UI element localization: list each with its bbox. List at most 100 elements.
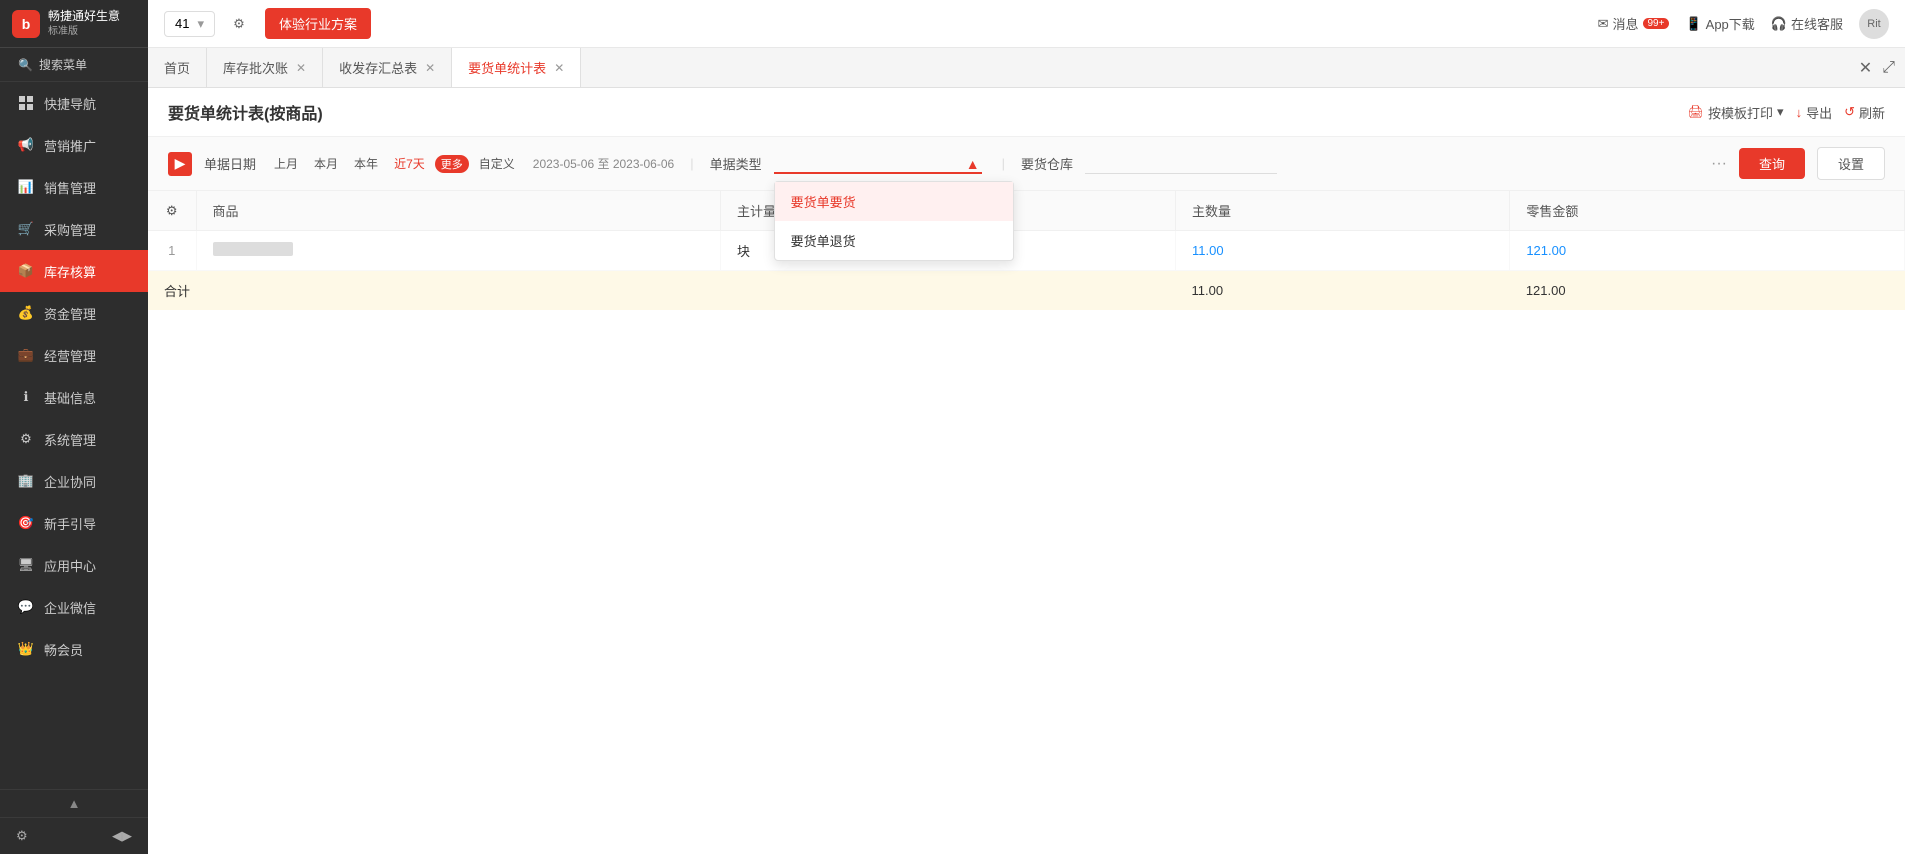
- tab-collect-summary[interactable]: 收发存汇总表 ✕: [323, 48, 452, 87]
- type-select[interactable]: [774, 153, 982, 174]
- tab-batch-account-close[interactable]: ✕: [296, 61, 306, 75]
- topbar-right: ✉ 消息 99+ 📱 App下载 🎧 在线客服 Rit: [1598, 9, 1889, 39]
- data-table: ⚙ 商品 主计量单位 主数量 零售金额: [148, 191, 1905, 310]
- sidebar-item-purchase[interactable]: 🛒 采购管理: [0, 208, 148, 250]
- topbar-gear-btn[interactable]: ⚙: [225, 10, 253, 38]
- table-col-amount: 零售金额: [1510, 191, 1905, 231]
- sidebar-item-system[interactable]: ⚙ 系统管理: [0, 418, 148, 460]
- divider-1: |: [690, 156, 693, 171]
- warehouse-label: 要货仓库: [1021, 154, 1073, 173]
- tab-batch-account[interactable]: 库存批次账 ✕: [207, 48, 323, 87]
- amount-link[interactable]: 121.00: [1526, 243, 1566, 258]
- refresh-btn[interactable]: ↺ 刷新: [1844, 103, 1885, 122]
- date-more-badge[interactable]: 更多: [435, 155, 469, 173]
- sidebar-item-member[interactable]: 👑 畅会员: [0, 628, 148, 670]
- phone-icon: 📱: [1685, 16, 1701, 32]
- gear-bottom-icon[interactable]: ⚙: [16, 828, 28, 844]
- collapse-icon[interactable]: ◀▶: [112, 828, 132, 844]
- sidebar-item-marketing[interactable]: 📢 营销推广: [0, 124, 148, 166]
- briefcase-icon: 💼: [16, 345, 36, 365]
- message-icon: ✉: [1598, 16, 1609, 32]
- query-btn[interactable]: 查询: [1739, 148, 1805, 179]
- sidebar-bottom: ⚙ ◀▶: [0, 817, 148, 854]
- tab-close-all-btn[interactable]: ✕: [1859, 58, 1872, 78]
- row-goods: [196, 231, 721, 271]
- filter-expand-btn[interactable]: ▶: [168, 152, 192, 176]
- sidebar-scroll-up[interactable]: ▲: [0, 789, 148, 817]
- table-total-row: 合计 11.00 121.00: [148, 271, 1905, 311]
- row-no: 1: [148, 231, 196, 271]
- messages-btn[interactable]: ✉ 消息 99+: [1598, 14, 1670, 33]
- table-col-settings[interactable]: ⚙: [148, 191, 196, 231]
- sidebar-search[interactable]: 🔍 搜索菜单: [0, 48, 148, 82]
- date-custom-btn[interactable]: 自定义: [473, 153, 521, 174]
- col-settings-icon: ⚙: [166, 203, 178, 218]
- filter-row: ▶ 单据日期 上月 本月 本年 近7天 更多 自定义 2023-05-06 至 …: [148, 137, 1905, 191]
- info-icon: ℹ: [16, 387, 36, 407]
- sidebar-item-wechat[interactable]: 💬 企业微信: [0, 586, 148, 628]
- table-header: ⚙ 商品 主计量单位 主数量 零售金额: [148, 191, 1905, 231]
- sidebar-item-basic-info[interactable]: ℹ 基础信息: [0, 376, 148, 418]
- tab-order-stats-close[interactable]: ✕: [554, 61, 564, 75]
- tab-expand-btn[interactable]: ⤢: [1882, 59, 1895, 77]
- settings-icon: ⚙: [16, 429, 36, 449]
- logo-icon: b: [12, 10, 40, 38]
- main-area: 41 ▾ ⚙ 体验行业方案 ✉ 消息 99+ 📱 App下载 🎧 在线客服 Ri…: [148, 0, 1905, 854]
- guide-icon: 🎯: [16, 513, 36, 533]
- date-group: 上月 本月 本年 近7天 更多 自定义: [268, 153, 521, 174]
- sidebar-menu: 快捷导航 📢 营销推广 📊 销售管理 🛒 采购管理 📦 库存核算 💰 资金管理 …: [0, 82, 148, 789]
- sidebar-item-enterprise[interactable]: 🏢 企业协同: [0, 460, 148, 502]
- print-icon: 🖨: [1688, 104, 1705, 120]
- user-avatar[interactable]: Rit: [1859, 9, 1889, 39]
- table-wrap: ⚙ 商品 主计量单位 主数量 零售金额: [148, 191, 1905, 310]
- selector-arrow-icon: ▾: [197, 16, 204, 32]
- export-btn[interactable]: ↓ 导出: [1796, 103, 1833, 122]
- apps-icon: 🖥: [16, 555, 36, 575]
- date-current-month-btn[interactable]: 本月: [308, 153, 344, 174]
- warehouse-input[interactable]: [1085, 154, 1277, 174]
- sidebar-item-quick-nav[interactable]: 快捷导航: [0, 82, 148, 124]
- goods-blurred: [213, 242, 293, 256]
- tab-collect-summary-close[interactable]: ✕: [425, 61, 435, 75]
- box-icon: 📦: [16, 261, 36, 281]
- member-icon: 👑: [16, 639, 36, 659]
- search-icon: 🔍: [18, 58, 33, 72]
- table-footer: 合计 11.00 121.00: [148, 271, 1905, 311]
- table-col-goods: 商品: [196, 191, 721, 231]
- sidebar-item-finance[interactable]: 💰 资金管理: [0, 292, 148, 334]
- support-btn[interactable]: 🎧 在线客服: [1771, 14, 1843, 33]
- sidebar-item-app-center[interactable]: 🖥 应用中心: [0, 544, 148, 586]
- date-range-display: 2023-05-06 至 2023-06-06: [533, 155, 674, 172]
- chart-icon: 📊: [16, 177, 36, 197]
- megaphone-icon: 📢: [16, 135, 36, 155]
- date-7days-btn[interactable]: 近7天: [388, 153, 431, 174]
- trial-btn[interactable]: 体验行业方案: [265, 8, 371, 39]
- app-download-btn[interactable]: 📱 App下载: [1685, 14, 1754, 33]
- row-qty: 11.00: [1176, 231, 1510, 271]
- dropdown-option-order-req[interactable]: 要货单要货: [775, 182, 1013, 221]
- export-icon: ↓: [1796, 105, 1803, 120]
- sidebar-item-operations[interactable]: 💼 经营管理: [0, 334, 148, 376]
- footer-amount: 121.00: [1510, 271, 1905, 311]
- sidebar-item-sales[interactable]: 📊 销售管理: [0, 166, 148, 208]
- sidebar-item-inventory[interactable]: 📦 库存核算: [0, 250, 148, 292]
- store-selector[interactable]: 41 ▾: [164, 11, 215, 37]
- date-year-btn[interactable]: 本年: [348, 153, 384, 174]
- settings-btn[interactable]: 设置: [1817, 147, 1885, 180]
- divider-2: |: [1002, 156, 1005, 171]
- print-btn[interactable]: 🖨 按模板打印 ▾: [1688, 103, 1784, 122]
- tabbar-actions: ✕ ⤢: [1849, 58, 1905, 78]
- cart-icon: 🛒: [16, 219, 36, 239]
- print-arrow-icon: ▾: [1777, 104, 1784, 120]
- tabbar: 首页 库存批次账 ✕ 收发存汇总表 ✕ 要货单统计表 ✕ ✕ ⤢: [148, 48, 1905, 88]
- headset-icon: 🎧: [1771, 16, 1787, 32]
- row-amount: 121.00: [1510, 231, 1905, 271]
- date-prev-month-btn[interactable]: 上月: [268, 153, 304, 174]
- tab-home[interactable]: 首页: [148, 48, 207, 87]
- dropdown-option-order-return[interactable]: 要货单退货: [775, 221, 1013, 260]
- qty-link[interactable]: 11.00: [1192, 243, 1224, 258]
- sidebar-item-guide[interactable]: 🎯 新手引导: [0, 502, 148, 544]
- filter-more-btn[interactable]: ···: [1711, 155, 1727, 173]
- money-icon: 💰: [16, 303, 36, 323]
- tab-order-stats[interactable]: 要货单统计表 ✕: [452, 48, 581, 87]
